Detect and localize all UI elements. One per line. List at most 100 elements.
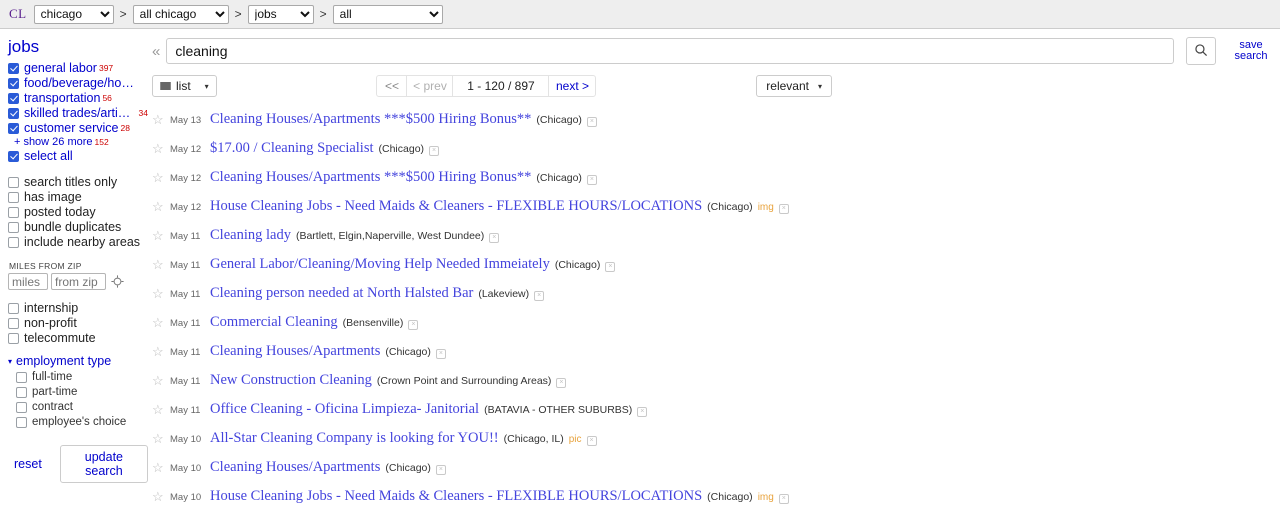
hide-posting-icon[interactable]: ×: [778, 203, 789, 214]
sidebar-option-bundle-duplicates[interactable]: bundle duplicates: [8, 220, 148, 234]
sidebar-category-food-beverage-hospitality[interactable]: food/beverage/hospitali…: [8, 76, 148, 90]
checkbox-full-time[interactable]: [16, 371, 27, 383]
checkbox-skilled-trades-artisan[interactable]: [8, 107, 19, 119]
checkbox-include-nearby-areas[interactable]: [8, 236, 19, 248]
checkbox-food-beverage-hospitality[interactable]: [8, 77, 19, 89]
area-select[interactable]: all chicago: [132, 4, 229, 24]
checkbox-bundle-duplicates[interactable]: [8, 221, 19, 233]
result-title-link[interactable]: Cleaning Houses/Apartments: [210, 343, 380, 360]
checkbox-employees-choice[interactable]: [16, 416, 27, 428]
sidebar-option-employees-choice[interactable]: employee's choice: [16, 415, 148, 429]
checkbox-transportation[interactable]: [8, 92, 19, 104]
hide-posting-icon[interactable]: ×: [605, 261, 616, 272]
result-title-link[interactable]: Cleaning Houses/Apartments ***$500 Hirin…: [210, 111, 531, 128]
hide-posting-icon[interactable]: ×: [556, 377, 567, 388]
sidebar-option-internship[interactable]: internship: [8, 301, 148, 315]
hide-posting-icon[interactable]: ×: [435, 464, 446, 475]
checkbox-telecommute[interactable]: [8, 332, 19, 344]
favorite-star-icon[interactable]: ☆: [152, 374, 165, 387]
hide-posting-icon[interactable]: ×: [778, 493, 789, 504]
view-mode-dropdown[interactable]: list ▾: [152, 75, 217, 97]
hide-posting-icon[interactable]: ×: [408, 319, 419, 330]
checkbox-select-all[interactable]: [8, 150, 19, 162]
miles-input[interactable]: [8, 273, 48, 290]
pagination-first-button[interactable]: <<: [377, 76, 408, 96]
craigslist-logo[interactable]: CL: [9, 6, 27, 22]
category-select[interactable]: jobs: [247, 4, 314, 24]
result-title-link[interactable]: New Construction Cleaning: [210, 372, 372, 389]
favorite-star-icon[interactable]: ☆: [152, 200, 165, 213]
hide-posting-icon[interactable]: ×: [435, 348, 446, 359]
favorite-star-icon[interactable]: ☆: [152, 490, 165, 503]
pagination-prev-button[interactable]: < prev: [407, 76, 454, 96]
update-search-button[interactable]: update search: [59, 445, 148, 483]
result-title-link[interactable]: Commercial Cleaning: [210, 314, 338, 331]
result-title-link[interactable]: Cleaning Houses/Apartments: [210, 459, 380, 476]
zip-input[interactable]: [51, 273, 106, 290]
favorite-star-icon[interactable]: ☆: [152, 287, 165, 300]
favorite-star-icon[interactable]: ☆: [152, 171, 165, 184]
result-title-link[interactable]: House Cleaning Jobs - Need Maids & Clean…: [210, 488, 702, 505]
favorite-star-icon[interactable]: ☆: [152, 229, 165, 242]
sidebar-category-general-labor[interactable]: general labor 397: [8, 61, 148, 75]
favorite-star-icon[interactable]: ☆: [152, 461, 165, 474]
favorite-star-icon[interactable]: ☆: [152, 345, 165, 358]
sidebar-category-customer-service[interactable]: customer service 28: [8, 121, 148, 135]
sidebar-option-full-time[interactable]: full-time: [16, 370, 148, 384]
hide-posting-icon[interactable]: ×: [429, 145, 440, 156]
sidebar-select-all[interactable]: select all: [8, 149, 148, 163]
result-title-link[interactable]: All-Star Cleaning Company is looking for…: [210, 430, 499, 447]
result-title-link[interactable]: Office Cleaning - Oficina Limpieza- Jani…: [210, 401, 479, 418]
reset-link[interactable]: reset: [14, 457, 42, 471]
favorite-star-icon[interactable]: ☆: [152, 113, 165, 126]
checkbox-general-labor[interactable]: [8, 62, 19, 74]
result-title-link[interactable]: Cleaning Houses/Apartments ***$500 Hirin…: [210, 169, 531, 186]
sidebar-option-non-profit[interactable]: non-profit: [8, 316, 148, 330]
sidebar-option-has-image[interactable]: has image: [8, 190, 148, 204]
hide-posting-icon[interactable]: ×: [534, 290, 545, 301]
geo-target-icon[interactable]: [111, 275, 124, 288]
result-title-link[interactable]: Cleaning person needed at North Halsted …: [210, 285, 473, 302]
search-button[interactable]: [1186, 37, 1216, 65]
checkbox-contract[interactable]: [16, 401, 27, 413]
sidebar-option-search-titles-only[interactable]: search titles only: [8, 175, 148, 189]
sidebar-option-posted-today[interactable]: posted today: [8, 205, 148, 219]
show-more-categories-link[interactable]: + show 26 more 152: [14, 136, 148, 148]
result-title-link[interactable]: General Labor/Cleaning/Moving Help Neede…: [210, 256, 550, 273]
result-title-link[interactable]: $17.00 / Cleaning Specialist: [210, 140, 374, 157]
search-input[interactable]: [166, 38, 1174, 64]
result-title-link[interactable]: Cleaning lady: [210, 227, 291, 244]
hide-posting-icon[interactable]: ×: [586, 174, 597, 185]
checkbox-internship[interactable]: [8, 302, 19, 314]
sidebar-option-telecommute[interactable]: telecommute: [8, 331, 148, 345]
sidebar-category-skilled-trades-artisan[interactable]: skilled trades/artisan 34: [8, 106, 148, 120]
sort-dropdown[interactable]: relevant ▾: [756, 75, 832, 97]
checkbox-part-time[interactable]: [16, 386, 27, 398]
favorite-star-icon[interactable]: ☆: [152, 432, 165, 445]
sidebar-option-include-nearby-areas[interactable]: include nearby areas: [8, 235, 148, 249]
checkbox-non-profit[interactable]: [8, 317, 19, 329]
sidebar-category-transportation[interactable]: transportation 56: [8, 91, 148, 105]
city-select[interactable]: chicago: [33, 4, 114, 24]
sidebar-title-jobs[interactable]: jobs: [8, 37, 148, 57]
save-search-link[interactable]: save search: [1230, 40, 1272, 62]
sidebar-option-part-time[interactable]: part-time: [16, 385, 148, 399]
result-title-link[interactable]: House Cleaning Jobs - Need Maids & Clean…: [210, 198, 702, 215]
hide-posting-icon[interactable]: ×: [586, 116, 597, 127]
subcategory-select[interactable]: all: [332, 4, 443, 24]
checkbox-has-image[interactable]: [8, 191, 19, 203]
favorite-star-icon[interactable]: ☆: [152, 142, 165, 155]
checkbox-search-titles-only[interactable]: [8, 176, 19, 188]
hide-posting-icon[interactable]: ×: [489, 232, 500, 243]
hide-posting-icon[interactable]: ×: [637, 406, 648, 417]
pagination-next-button[interactable]: next >: [549, 76, 595, 96]
checkbox-posted-today[interactable]: [8, 206, 19, 218]
hide-posting-icon[interactable]: ×: [586, 435, 597, 446]
sidebar-option-contract[interactable]: contract: [16, 400, 148, 414]
favorite-star-icon[interactable]: ☆: [152, 316, 165, 329]
collapse-sidebar-icon[interactable]: «: [152, 43, 160, 60]
employment-type-group-header[interactable]: ▾ employment type: [8, 354, 148, 368]
favorite-star-icon[interactable]: ☆: [152, 258, 165, 271]
favorite-star-icon[interactable]: ☆: [152, 403, 165, 416]
checkbox-customer-service[interactable]: [8, 122, 19, 134]
